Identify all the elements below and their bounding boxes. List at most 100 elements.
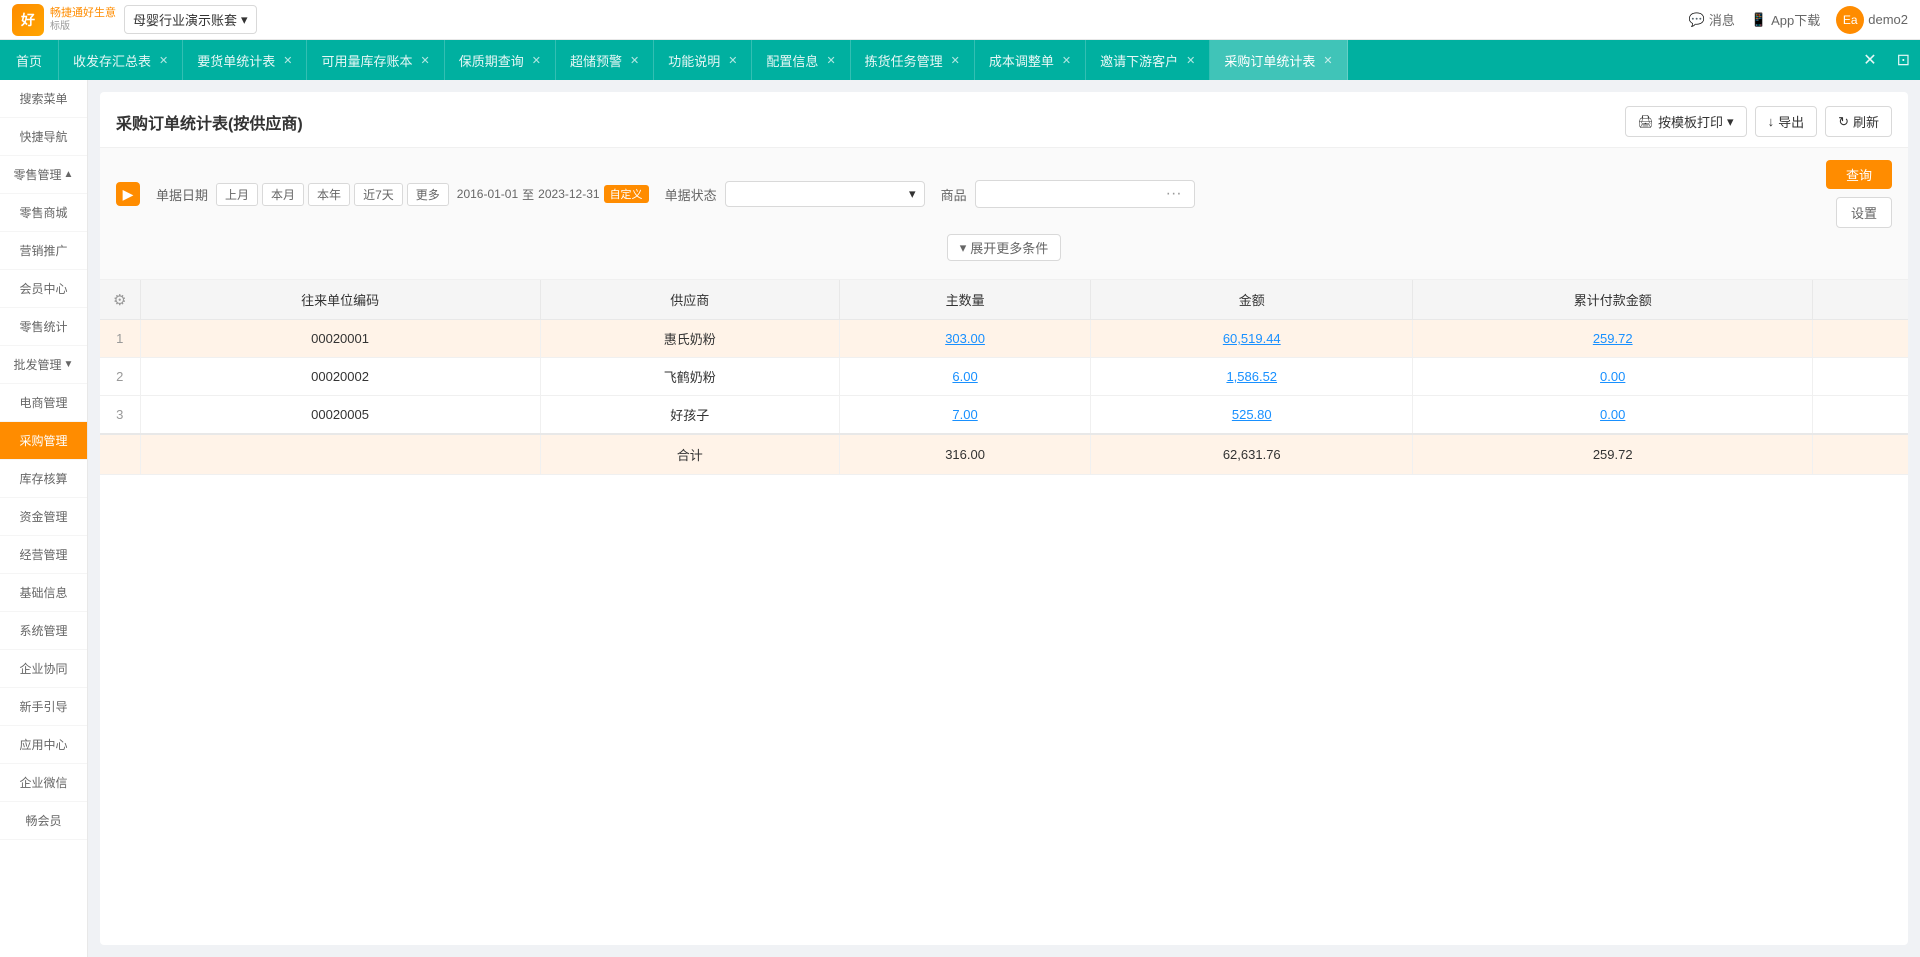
extra-cell xyxy=(1813,396,1908,435)
sidebar-item-purchase-mgmt[interactable]: 采购管理 xyxy=(0,422,87,460)
close-icon[interactable]: ✕ xyxy=(532,54,541,67)
tab-home[interactable]: 首页 xyxy=(0,40,59,80)
status-select[interactable]: ▾ xyxy=(725,181,925,207)
account-selector[interactable]: 母婴行业演示账套 ▾ xyxy=(124,5,257,34)
expand-more-btn[interactable]: ▾ 展开更多条件 xyxy=(947,234,1062,261)
filter-expand-btn[interactable]: ▶ xyxy=(116,182,140,206)
top-bar-right: 💬 消息 📱 App下载 Ea demo2 xyxy=(1689,6,1908,34)
sidebar-item-basic-info[interactable]: 基础信息 xyxy=(0,574,87,612)
chevron-down-icon: ▾ xyxy=(1727,114,1734,130)
tab-ke-yong[interactable]: 可用量库存账本 ✕ xyxy=(307,40,444,80)
avatar: Ea xyxy=(1836,6,1864,34)
sidebar-item-search[interactable]: 搜索菜单 xyxy=(0,80,87,118)
export-button[interactable]: ↓ 导出 xyxy=(1755,106,1818,137)
filter-goods-item: 商品 ··· xyxy=(941,180,1195,208)
top-bar-left: 好 畅捷通好生意 标版 母婴行业演示账套 ▾ xyxy=(12,4,257,36)
user-avatar-btn[interactable]: Ea demo2 xyxy=(1836,6,1908,34)
sidebar-item-retail-mgmt[interactable]: 零售管理 ▲ xyxy=(0,156,87,194)
sidebar-item-operation[interactable]: 经营管理 xyxy=(0,536,87,574)
col-paid-amount: 累计付款金额 xyxy=(1413,280,1813,320)
chevron-down-icon: ▾ xyxy=(909,186,916,202)
tab-cheng-ben[interactable]: 成本调整单 ✕ xyxy=(975,40,1086,80)
query-button[interactable]: 查询 xyxy=(1826,160,1892,189)
close-icon[interactable]: ✕ xyxy=(159,54,168,67)
sidebar-item-finance[interactable]: 资金管理 xyxy=(0,498,87,536)
sidebar-item-member2[interactable]: 畅会员 xyxy=(0,802,87,840)
sidebar-item-ecommerce[interactable]: 电商管理 xyxy=(0,384,87,422)
sidebar-item-retail-shop[interactable]: 零售商城 xyxy=(0,194,87,232)
message-btn[interactable]: 💬 消息 xyxy=(1689,10,1735,29)
date-btn-this-year[interactable]: 本年 xyxy=(308,183,350,206)
query-area: 查询 设置 xyxy=(1826,160,1892,228)
printer-icon: 🖨 xyxy=(1638,114,1655,130)
row-num: 2 xyxy=(100,358,140,396)
print-button[interactable]: 🖨 按模板打印 ▾ xyxy=(1625,106,1747,137)
main-qty-cell: 7.00 xyxy=(839,396,1091,435)
col-gear[interactable]: ⚙ xyxy=(100,280,140,320)
sidebar-item-quick-nav[interactable]: 快捷导航 xyxy=(0,118,87,156)
sidebar-item-batch-mgmt[interactable]: 批发管理 ▼ xyxy=(0,346,87,384)
tab-yao-huo[interactable]: 要货单统计表 ✕ xyxy=(183,40,307,80)
filter-area: ▶ 单据日期 上月 本月 本年 近7天 更多 2016-01-01 xyxy=(100,148,1908,280)
date-btn-more[interactable]: 更多 xyxy=(407,183,449,206)
main-layout: 搜索菜单 快捷导航 零售管理 ▲ 零售商城 营销推广 会员中心 零售统计 批发管… xyxy=(0,80,1920,957)
logo-icon: 好 xyxy=(12,4,44,36)
tab-gong-neng[interactable]: 功能说明 ✕ xyxy=(654,40,752,80)
gear-icon[interactable]: ⚙ xyxy=(113,292,126,309)
sidebar-item-app-center[interactable]: 应用中心 xyxy=(0,726,87,764)
close-icon[interactable]: ✕ xyxy=(1186,54,1195,67)
close-icon[interactable]: ✕ xyxy=(1062,54,1071,67)
chevron-up-icon: ▲ xyxy=(64,169,74,180)
close-icon[interactable]: ✕ xyxy=(630,54,639,67)
close-icon[interactable]: ✕ xyxy=(1323,54,1332,67)
date-btn-7days[interactable]: 近7天 xyxy=(354,183,403,206)
tabs-end-icons: ✕ ⊡ xyxy=(1853,50,1920,70)
content-area: 采购订单统计表(按供应商) 🖨 按模板打印 ▾ ↓ 导出 ↻ 刷新 xyxy=(88,80,1920,957)
tab-pao-huo[interactable]: 拣货任务管理 ✕ xyxy=(851,40,975,80)
close-icon[interactable]: ✕ xyxy=(728,54,737,67)
sidebar-item-system[interactable]: 系统管理 xyxy=(0,612,87,650)
settings-button[interactable]: 设置 xyxy=(1836,197,1892,228)
refresh-button[interactable]: ↻ 刷新 xyxy=(1825,106,1892,137)
sidebar-item-newbie[interactable]: 新手引导 xyxy=(0,688,87,726)
date-btn-this-month[interactable]: 本月 xyxy=(262,183,304,206)
tab-yao-qing[interactable]: 邀请下游客户 ✕ xyxy=(1086,40,1210,80)
close-icon[interactable]: ✕ xyxy=(283,54,292,67)
close-icon[interactable]: ✕ xyxy=(421,54,430,67)
col-main-qty: 主数量 xyxy=(839,280,1091,320)
sidebar-item-inventory[interactable]: 库存核算 xyxy=(0,460,87,498)
app-download-btn[interactable]: 📱 App下载 xyxy=(1751,10,1820,29)
footer-amount: 62,631.76 xyxy=(1091,434,1413,475)
close-icon[interactable]: ✕ xyxy=(951,54,960,67)
tab-chao-chu[interactable]: 超储预警 ✕ xyxy=(556,40,654,80)
tab-pei-zhi[interactable]: 配置信息 ✕ xyxy=(752,40,850,80)
date-btn-last-month[interactable]: 上月 xyxy=(216,183,258,206)
sidebar-item-enterprise[interactable]: 企业协同 xyxy=(0,650,87,688)
col-unit-code: 往来单位编码 xyxy=(140,280,540,320)
more-icon[interactable]: ··· xyxy=(1162,185,1186,203)
amount-cell: 525.80 xyxy=(1091,396,1413,435)
tab-cai-gou[interactable]: 采购订单统计表 ✕ xyxy=(1210,40,1347,80)
sidebar-item-enterprise-wx[interactable]: 企业微信 xyxy=(0,764,87,802)
tabs-expand-icon[interactable]: ⊡ xyxy=(1887,50,1920,70)
extra-cell xyxy=(1813,320,1908,358)
col-extra xyxy=(1813,280,1908,320)
sidebar-item-retail-stat[interactable]: 零售统计 xyxy=(0,308,87,346)
page-title: 采购订单统计表(按供应商) xyxy=(116,110,303,134)
tab-bao-zhi[interactable]: 保质期查询 ✕ xyxy=(445,40,556,80)
amount-cell: 1,586.52 xyxy=(1091,358,1413,396)
goods-input[interactable]: ··· xyxy=(975,180,1195,208)
table-area: ⚙ 往来单位编码 供应商 主数量 金额 累计付款金额 1 xyxy=(100,280,1908,945)
nav-tabs-bar: 首页 收发存汇总表 ✕ 要货单统计表 ✕ 可用量库存账本 ✕ 保质期查询 ✕ 超… xyxy=(0,40,1920,80)
table-row: 3 00020005 好孩子 7.00 525.80 0.00 xyxy=(100,396,1908,435)
sidebar-item-member[interactable]: 会员中心 xyxy=(0,270,87,308)
table-row: 1 00020001 惠氏奶粉 303.00 60,519.44 259.72 xyxy=(100,320,1908,358)
sidebar-item-marketing[interactable]: 营销推广 xyxy=(0,232,87,270)
data-table: ⚙ 往来单位编码 供应商 主数量 金额 累计付款金额 1 xyxy=(100,280,1908,475)
app-icon: 📱 xyxy=(1751,12,1767,28)
supplier-cell: 飞鹤奶粉 xyxy=(540,358,839,396)
tabs-close-all-icon[interactable]: ✕ xyxy=(1853,50,1886,70)
sidebar: 搜索菜单 快捷导航 零售管理 ▲ 零售商城 营销推广 会员中心 零售统计 批发管… xyxy=(0,80,88,957)
close-icon[interactable]: ✕ xyxy=(826,54,835,67)
tab-shou-fa[interactable]: 收发存汇总表 ✕ xyxy=(59,40,183,80)
